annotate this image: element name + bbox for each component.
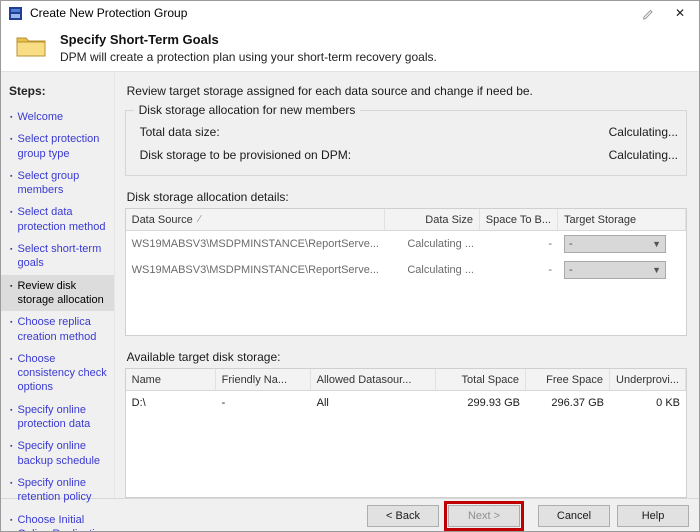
sidebar-step-select-short-term-goals[interactable]: ▪ Select short-term goals bbox=[1, 238, 114, 275]
next-button[interactable]: Next > bbox=[448, 505, 520, 527]
data-source-cell: WS19MABSV3\MSDPMINSTANCE\ReportServe... bbox=[131, 238, 379, 250]
wizard-header: Specify Short-Term Goals DPM will create… bbox=[1, 25, 699, 72]
click-target-annotation: Next > bbox=[444, 501, 524, 531]
data-source-cell: WS19MABSV3\MSDPMINSTANCE\ReportServe... bbox=[131, 264, 379, 276]
free-space-cell: 296.37 GB bbox=[551, 397, 604, 409]
steps-heading: Steps: bbox=[9, 84, 46, 98]
step-bullet-icon: ▪ bbox=[10, 443, 13, 451]
provisioned-storage-label: Disk storage to be provisioned on DPM: bbox=[139, 148, 352, 162]
available-storage-table: Name Friendly Na... Allowed Datasour... … bbox=[124, 368, 687, 498]
available-table-header: Name Friendly Na... Allowed Datasour... … bbox=[125, 369, 686, 391]
sidebar-step-specify-online-backup-schedule[interactable]: ▪ Specify online backup schedule bbox=[1, 435, 114, 472]
column-header-name[interactable]: Name bbox=[126, 369, 216, 390]
step-bullet-icon: ▪ bbox=[10, 246, 13, 254]
folder-icon bbox=[16, 33, 46, 63]
titlebar: Create New Protection Group ✕ bbox=[1, 1, 699, 25]
page-subtitle: DPM will create a protection plan using … bbox=[60, 50, 437, 64]
table-row[interactable]: WS19MABSV3\MSDPMINSTANCE\ReportServe... … bbox=[126, 257, 686, 283]
sidebar-step-specify-online-retention-policy[interactable]: ▪ Specify online retention policy bbox=[1, 472, 114, 509]
back-button[interactable]: < Back bbox=[367, 505, 439, 527]
space-cell: - bbox=[548, 264, 552, 276]
column-header-underprovisioned[interactable]: Underprovi... bbox=[610, 369, 686, 390]
total-data-size-label: Total data size: bbox=[139, 125, 220, 139]
allocation-groupbox: Disk storage allocation for new members … bbox=[124, 103, 687, 176]
column-header-friendly-name[interactable]: Friendly Na... bbox=[216, 369, 311, 390]
step-bullet-icon: ▪ bbox=[10, 136, 13, 144]
column-header-space-to-be[interactable]: Space To B... bbox=[480, 209, 558, 230]
allowed-datasources-cell: All bbox=[316, 397, 329, 409]
sidebar-step-choose-initial-online-replication[interactable]: ▪ Choose Initial Online Replication bbox=[1, 509, 114, 531]
app-icon bbox=[8, 6, 23, 21]
details-table-header: Data Source ∕ Data Size Space To B... Ta… bbox=[125, 209, 686, 231]
sidebar-step-select-group-members[interactable]: ▪ Select group members bbox=[1, 165, 114, 202]
instruction-text: Review target storage assigned for each … bbox=[126, 84, 533, 98]
table-row[interactable]: D:\ - All 299.93 GB 296.37 GB 0 KB bbox=[126, 391, 686, 415]
step-bullet-icon: ▪ bbox=[10, 319, 13, 327]
chevron-down-icon: ▼ bbox=[652, 265, 661, 275]
chevron-down-icon: ▼ bbox=[652, 239, 661, 249]
provisioned-storage-value: Calculating... bbox=[608, 148, 678, 162]
data-size-cell: Calculating ... bbox=[407, 238, 474, 250]
step-bullet-icon: ▪ bbox=[10, 479, 13, 487]
sidebar-step-specify-online-protection-data[interactable]: ▪ Specify online protection data bbox=[1, 399, 114, 436]
column-header-target-storage[interactable]: Target Storage bbox=[558, 209, 686, 230]
total-data-size-row: Total data size: Calculating... bbox=[140, 125, 678, 139]
create-protection-group-dialog: Create New Protection Group ✕ Specify Sh… bbox=[0, 0, 700, 532]
total-data-size-value: Calculating... bbox=[608, 125, 678, 139]
feedback-pen-icon[interactable] bbox=[637, 3, 659, 23]
column-header-data-source[interactable]: Data Source ∕ bbox=[126, 209, 385, 230]
volume-name-cell: D:\ bbox=[131, 397, 146, 409]
column-header-free-space[interactable]: Free Space bbox=[526, 369, 610, 390]
disk-allocation-details-table: Data Source ∕ Data Size Space To B... Ta… bbox=[124, 208, 687, 336]
page-title: Specify Short-Term Goals bbox=[60, 32, 219, 47]
sort-ascending-icon: ∕ bbox=[198, 214, 201, 225]
sidebar-step-choose-replica-creation-method[interactable]: ▪ Choose replica creation method bbox=[1, 311, 114, 348]
underprovisioned-cell: 0 KB bbox=[656, 397, 680, 409]
close-icon[interactable]: ✕ bbox=[669, 3, 691, 23]
step-bullet-icon: ▪ bbox=[10, 114, 13, 121]
allocation-groupbox-title: Disk storage allocation for new members bbox=[133, 103, 361, 117]
total-space-cell: 299.93 GB bbox=[467, 397, 520, 409]
step-bullet-icon: ▪ bbox=[10, 406, 13, 414]
steps-sidebar: Steps: ▪ Welcome ▪ Select protection gro… bbox=[1, 72, 115, 531]
step-bullet-icon: ▪ bbox=[10, 516, 13, 524]
column-header-data-size[interactable]: Data Size bbox=[385, 209, 480, 230]
step-bullet-icon: ▪ bbox=[10, 355, 13, 363]
sidebar-step-welcome[interactable]: ▪ Welcome bbox=[1, 106, 114, 128]
details-table-label: Disk storage allocation details: bbox=[126, 190, 289, 204]
target-storage-dropdown[interactable]: - ▼ bbox=[564, 261, 666, 279]
space-cell: - bbox=[548, 238, 552, 250]
help-button[interactable]: Help bbox=[617, 505, 689, 527]
main-content: Review target storage assigned for each … bbox=[115, 72, 699, 498]
sidebar-step-choose-consistency-check-options[interactable]: ▪ Choose consistency check options bbox=[1, 348, 114, 399]
sidebar-step-select-data-protection-method[interactable]: ▪ Select data protection method bbox=[1, 201, 114, 238]
sidebar-step-select-protection-group-type[interactable]: ▪ Select protection group type bbox=[1, 128, 114, 165]
provisioned-storage-row: Disk storage to be provisioned on DPM: C… bbox=[140, 148, 678, 162]
table-row[interactable]: WS19MABSV3\MSDPMINSTANCE\ReportServe... … bbox=[126, 231, 686, 257]
window-title: Create New Protection Group bbox=[30, 6, 188, 20]
step-bullet-icon: ▪ bbox=[10, 209, 13, 217]
target-storage-dropdown[interactable]: - ▼ bbox=[564, 235, 666, 253]
cancel-button[interactable]: Cancel bbox=[538, 505, 610, 527]
column-header-allowed-datasources[interactable]: Allowed Datasour... bbox=[311, 369, 436, 390]
data-size-cell: Calculating ... bbox=[407, 264, 474, 276]
column-header-total-space[interactable]: Total Space bbox=[436, 369, 526, 390]
step-bullet-icon: ▪ bbox=[10, 172, 13, 180]
friendly-name-cell: - bbox=[221, 397, 226, 409]
sidebar-step-review-disk-storage-allocation[interactable]: ▪ Review disk storage allocation bbox=[1, 274, 114, 312]
step-bullet-icon: ▪ bbox=[10, 282, 13, 290]
available-storage-label: Available target disk storage: bbox=[126, 350, 281, 364]
